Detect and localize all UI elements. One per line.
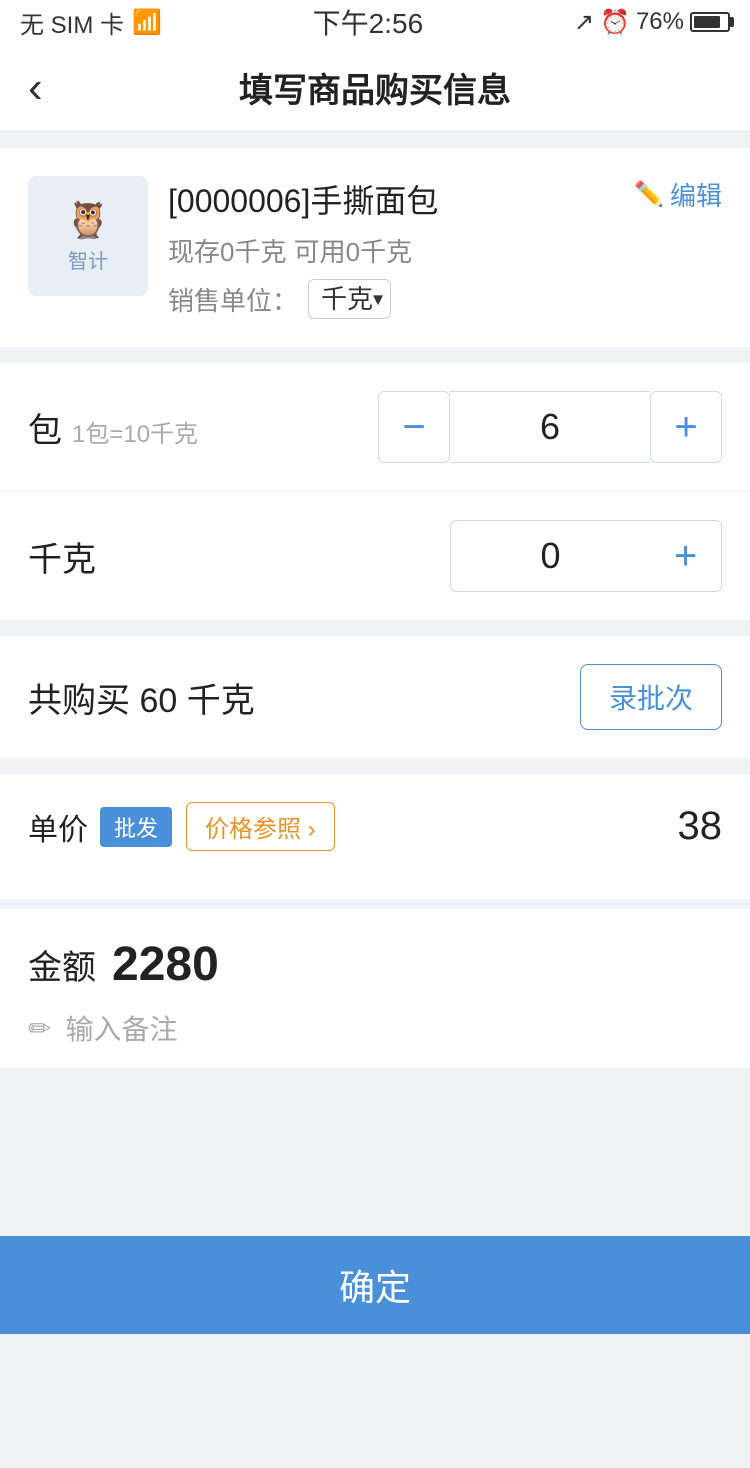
product-thumbnail: 🦉 智计 bbox=[28, 176, 148, 296]
product-stock: 现存0千克 可用0千克 bbox=[168, 232, 722, 269]
confirm-bar[interactable]: 确定 bbox=[0, 1236, 750, 1334]
unit-label: 销售单位： bbox=[168, 281, 298, 318]
wifi-icon: 📶 bbox=[132, 8, 162, 37]
quantity-section: 包1包=10千克 − + 千克 + bbox=[0, 363, 750, 620]
price-section: 单价 批发 价格参照 › 38 bbox=[0, 774, 750, 899]
qty-row-kg: 千克 + bbox=[0, 492, 750, 620]
battery-icon bbox=[690, 12, 730, 32]
battery-fill bbox=[694, 16, 720, 28]
location-icon: ↗ bbox=[574, 8, 594, 37]
remark-pencil-icon: ✏ bbox=[28, 1012, 51, 1045]
price-row: 单价 批发 价格参照 › 38 bbox=[28, 802, 722, 851]
remark-placeholder: 输入备注 bbox=[65, 1008, 177, 1048]
thumb-label: 智计 bbox=[68, 245, 108, 274]
owl-icon: 🦉 bbox=[66, 199, 111, 241]
time-label: 下午2:56 bbox=[313, 2, 424, 42]
amount-section: 金额 2280 ✏ 输入备注 bbox=[0, 899, 750, 1068]
page-title: 填写商品购买信息 bbox=[239, 63, 511, 112]
price-ref-button[interactable]: 价格参照 › bbox=[186, 802, 335, 851]
qty-input-bao[interactable] bbox=[450, 391, 650, 463]
edit-label: 编辑 bbox=[670, 176, 722, 213]
total-text: 共购买 60 千克 bbox=[28, 673, 255, 722]
confirm-button-label: 确定 bbox=[339, 1259, 411, 1311]
alarm-icon: ⏰ bbox=[600, 8, 630, 37]
edit-icon: ✏️ bbox=[634, 180, 664, 209]
qty-control-bao: − + bbox=[378, 391, 722, 463]
amount-row: 金额 2280 bbox=[28, 937, 722, 992]
increment-kg-button[interactable]: + bbox=[650, 520, 722, 592]
price-label: 单价 bbox=[28, 805, 88, 849]
product-info-section: 🦉 智计 [0000006]手撕面包 现存0千克 可用0千克 销售单位： 千克 … bbox=[0, 148, 750, 347]
amount-value: 2280 bbox=[112, 937, 219, 992]
qty-label-bao: 包1包=10千克 bbox=[28, 403, 378, 452]
batch-button[interactable]: 录批次 bbox=[580, 664, 722, 730]
amount-label: 金额 bbox=[28, 940, 96, 989]
battery-percent: 76% bbox=[636, 8, 684, 36]
qty-row-bao: 包1包=10千克 − + bbox=[0, 363, 750, 492]
status-bar: 无 SIM 卡 📶 下午2:56 ↗ ⏰ 76% bbox=[0, 0, 750, 44]
total-section: 共购买 60 千克 录批次 bbox=[0, 636, 750, 758]
product-unit-row: 销售单位： 千克 bbox=[168, 279, 722, 319]
qty-input-kg[interactable] bbox=[450, 520, 650, 592]
status-left: 无 SIM 卡 📶 bbox=[20, 5, 162, 40]
nav-bar: ‹ 填写商品购买信息 bbox=[0, 44, 750, 132]
unit-select-wrap[interactable]: 千克 bbox=[308, 279, 391, 319]
remark-row[interactable]: ✏ 输入备注 bbox=[28, 1008, 722, 1068]
edit-button[interactable]: ✏️ 编辑 bbox=[634, 176, 722, 213]
price-tag: 批发 bbox=[100, 807, 172, 847]
price-value: 38 bbox=[678, 804, 723, 849]
qty-control-kg: + bbox=[450, 520, 722, 592]
unit-select[interactable]: 千克 bbox=[308, 279, 391, 319]
carrier-label: 无 SIM 卡 bbox=[20, 5, 124, 40]
thumb-inner: 🦉 智计 bbox=[66, 199, 111, 274]
qty-sublabel-bao: 1包=10千克 bbox=[72, 421, 198, 448]
increment-bao-button[interactable]: + bbox=[650, 391, 722, 463]
decrement-bao-button[interactable]: − bbox=[378, 391, 450, 463]
status-right: ↗ ⏰ 76% bbox=[574, 8, 730, 37]
qty-label-kg: 千克 bbox=[28, 532, 450, 581]
back-button[interactable]: ‹ bbox=[28, 66, 43, 110]
